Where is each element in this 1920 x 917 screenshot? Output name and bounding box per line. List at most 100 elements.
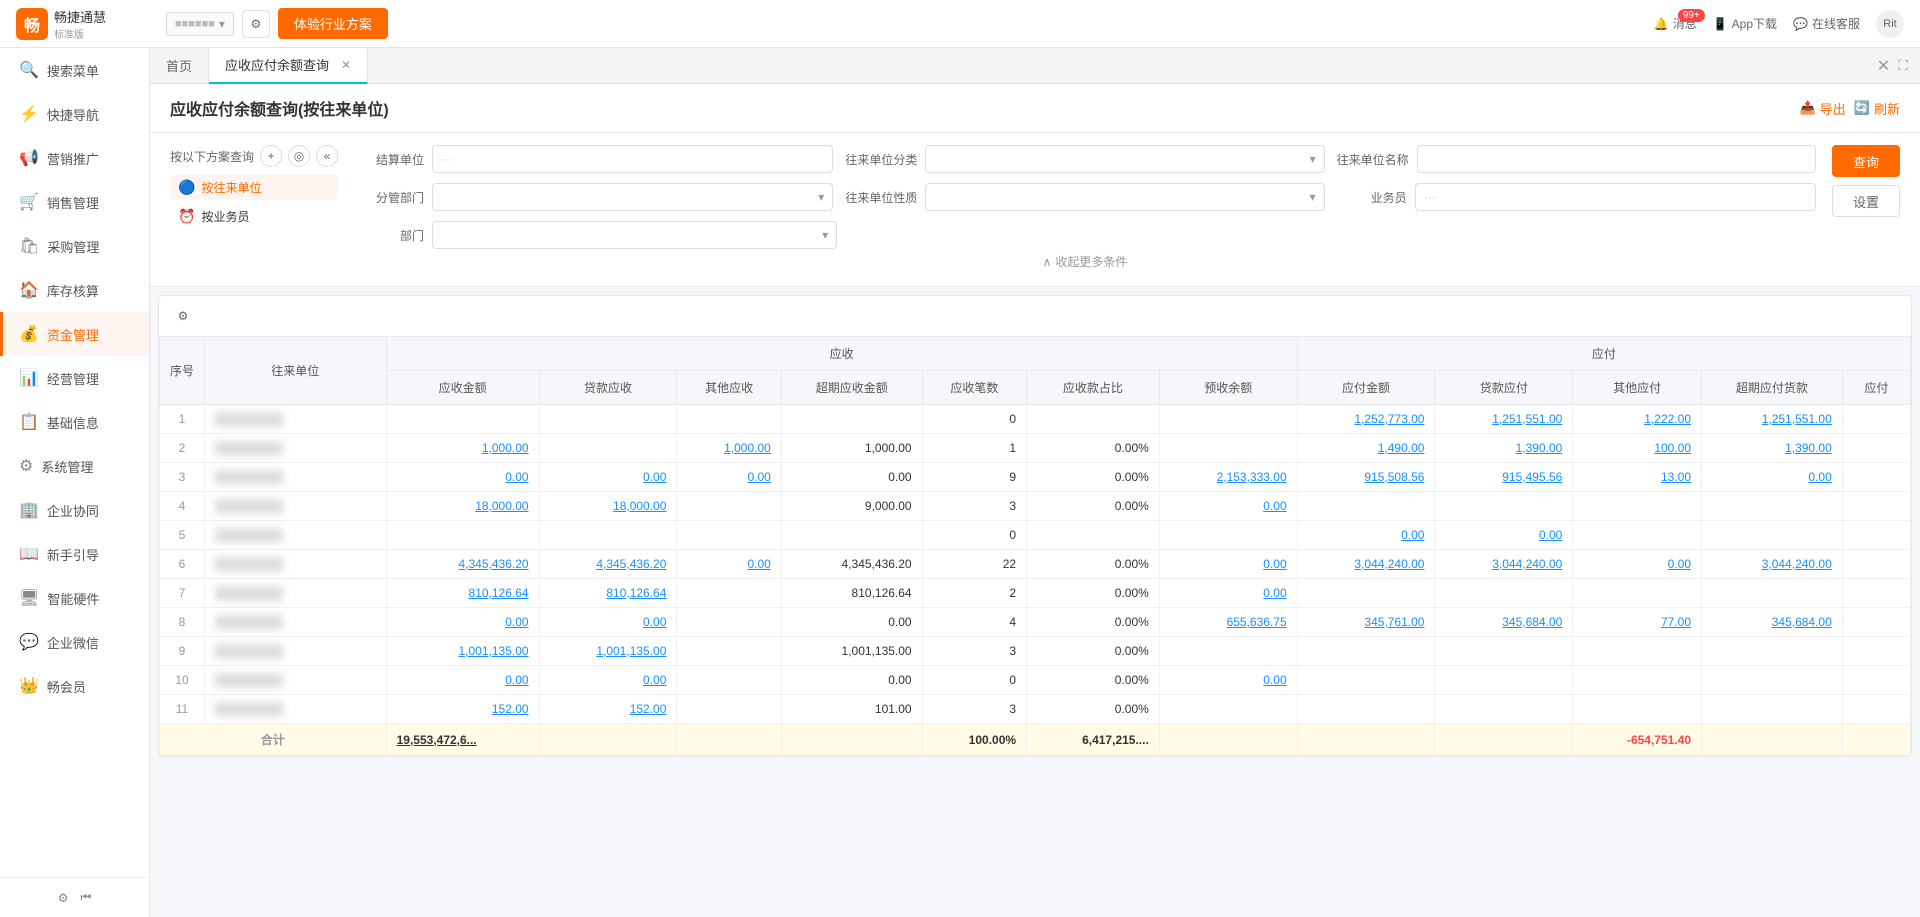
scheme-by-salesperson[interactable]: ⏰ 按业务员: [170, 204, 338, 229]
sidebar-item-purchase[interactable]: 🛍 采购管理: [0, 224, 149, 268]
partner-category-input[interactable]: ▾: [925, 145, 1324, 173]
sidebar-label: 系统管理: [41, 457, 93, 476]
cell-overdue-ap: 1,251,551.00: [1702, 405, 1843, 434]
partner-nature-input[interactable]: ▾: [925, 183, 1324, 211]
cell-loan-ap: 3,044,240.00: [1435, 550, 1573, 579]
collapse-filter-btn[interactable]: «: [316, 145, 338, 167]
sidebar-item-system[interactable]: ⚙ 系统管理: [0, 444, 149, 488]
cell-ap-tail: [1842, 521, 1910, 550]
sidebar-item-management[interactable]: 📊 经营管理: [0, 356, 149, 400]
cell-ar-count: 3: [922, 492, 1026, 521]
cell-ap-amount: 3,044,240.00: [1297, 550, 1435, 579]
tab-ar-ap[interactable]: 应收应付余额查询 ✕: [209, 48, 368, 84]
sidebar-bottom: ⚙ ⏮: [0, 877, 149, 917]
add-filter-btn[interactable]: +: [260, 145, 282, 167]
cell-ar-count: 4: [922, 608, 1026, 637]
sidebar-item-inventory[interactable]: 🏠 库存核算: [0, 268, 149, 312]
cell-ar-amount: [386, 405, 539, 434]
export-button[interactable]: 📤 导出: [1800, 99, 1846, 118]
cell-overdue-ar: 4,345,436.20: [781, 550, 922, 579]
summary-prepaid: 6,417,215....: [1027, 724, 1160, 756]
app-download[interactable]: 📱 App下载: [1713, 15, 1777, 32]
sidebar-item-enterprise[interactable]: 🏢 企业协同: [0, 488, 149, 532]
cell-ap-tail: [1842, 434, 1910, 463]
online-service[interactable]: 💬 在线客服: [1793, 15, 1860, 32]
col-ar-group: 应收: [386, 337, 1297, 371]
app-version: 标准版: [54, 26, 106, 41]
col-partner: 往来单位: [205, 337, 387, 405]
filter-label: 按以下方案查询: [170, 148, 254, 165]
gear-button[interactable]: ⚙: [242, 10, 270, 38]
cell-ap-tail: [1842, 637, 1910, 666]
cell-loan-ap: [1435, 666, 1573, 695]
settings-filter-btn[interactable]: ◎: [288, 145, 310, 167]
sidebar-item-search-menu[interactable]: 🔍 搜索菜单: [0, 48, 149, 92]
sidebar-item-guide[interactable]: 📖 新手引导: [0, 532, 149, 576]
cell-ar-count: 0: [922, 521, 1026, 550]
collapse-row: ∧ 收起更多条件: [354, 249, 1816, 274]
query-button[interactable]: 查询: [1832, 145, 1900, 177]
cell-ar-ratio: 0.00%: [1027, 550, 1160, 579]
refresh-button[interactable]: 🔄 刷新: [1854, 99, 1900, 118]
col-other-ap: 其他应付: [1573, 371, 1702, 405]
sidebar-settings-icon[interactable]: ⚙: [58, 891, 69, 905]
company-selector[interactable]: ■■■■■■ ▾: [166, 12, 234, 36]
sidebar-item-wechat[interactable]: 💬 企业微信: [0, 620, 149, 664]
sidebar-item-finance[interactable]: 💰 资金管理: [0, 312, 149, 356]
avatar[interactable]: Rit: [1876, 10, 1904, 38]
sidebar-label: 畅会员: [47, 677, 86, 696]
salesperson-input[interactable]: ···: [1415, 183, 1816, 211]
scheme-by-partner[interactable]: 🔵 按往来单位: [170, 175, 338, 200]
fullscreen-icon[interactable]: ⛶: [1898, 57, 1908, 74]
cell-ap-tail: [1842, 579, 1910, 608]
top-bar: 畅 畅捷通慧 标准版 ■■■■■■ ▾ ⚙ 体验行业方案 🔔 消息 99+ 📱 …: [0, 0, 1920, 48]
tab-home[interactable]: 首页: [150, 48, 209, 84]
dept-manager-input[interactable]: ▾: [432, 183, 833, 211]
cell-ar-ratio: [1027, 405, 1160, 434]
cell-other-ar: [677, 492, 781, 521]
cell-ap-tail: [1842, 550, 1910, 579]
cell-partner: ████████: [205, 666, 387, 695]
cell-partner: ████████: [205, 405, 387, 434]
table-wrapper: 序号 往来单位 应收 应付 应收金额 贷款应收 其他应收 超期应收金额 应收笔数: [159, 336, 1911, 756]
cell-ap-tail: [1842, 666, 1910, 695]
sidebar-item-marketing[interactable]: 📢 营销推广: [0, 136, 149, 180]
cell-other-ar: 0.00: [677, 463, 781, 492]
cell-ap-tail: [1842, 608, 1910, 637]
tab-close-icon[interactable]: ✕: [341, 58, 351, 72]
sidebar-item-sales[interactable]: 🛒 销售管理: [0, 180, 149, 224]
sidebar-item-vip[interactable]: 👑 畅会员: [0, 664, 149, 708]
salesperson-label: 业务员: [1337, 189, 1407, 206]
settlement-unit-input[interactable]: ···: [432, 145, 833, 173]
partner-name-input[interactable]: [1417, 145, 1816, 173]
cell-ap-amount: 345,761.00: [1297, 608, 1435, 637]
settings-button[interactable]: 设置: [1832, 185, 1900, 217]
sidebar-item-quick-nav[interactable]: ⚡ 快捷导航: [0, 92, 149, 136]
cell-ar-amount: [386, 521, 539, 550]
enterprise-icon: 🏢: [19, 500, 39, 520]
sidebar-label: 智能硬件: [47, 589, 99, 608]
sidebar-label: 经营管理: [47, 369, 99, 388]
cell-ap-amount: 1,252,773.00: [1297, 405, 1435, 434]
cell-num: 9: [160, 637, 205, 666]
collapse-button[interactable]: ∧ 收起更多条件: [1043, 253, 1128, 270]
cell-other-ap: 13.00: [1573, 463, 1702, 492]
department-input[interactable]: ▾: [432, 221, 837, 249]
sidebar-item-hardware[interactable]: 🖥 智能硬件: [0, 576, 149, 620]
industry-button[interactable]: 体验行业方案: [278, 8, 388, 39]
basic-info-icon: 📋: [19, 412, 39, 432]
cell-partner: ████████: [205, 695, 387, 724]
cell-loan-ar: 0.00: [539, 608, 677, 637]
cell-loan-ap: 915,495.56: [1435, 463, 1573, 492]
cell-ar-amount: 18,000.00: [386, 492, 539, 521]
close-window-icon[interactable]: ✕: [1877, 56, 1890, 76]
summary-ar-total[interactable]: 19,553,472,6...: [386, 724, 539, 756]
sidebar-collapse-icon[interactable]: ⏮: [80, 890, 91, 905]
sidebar-item-basic-info[interactable]: 📋 基础信息: [0, 400, 149, 444]
filter-department: 部门 ▾: [354, 221, 837, 249]
logo-area: 畅 畅捷通慧 标准版: [16, 7, 166, 41]
notification-bell[interactable]: 🔔 消息 99+: [1654, 15, 1697, 32]
table-settings-icon[interactable]: ⚙: [171, 304, 195, 328]
cell-ar-ratio: 0.00%: [1027, 579, 1160, 608]
cell-overdue-ar: 101.00: [781, 695, 922, 724]
